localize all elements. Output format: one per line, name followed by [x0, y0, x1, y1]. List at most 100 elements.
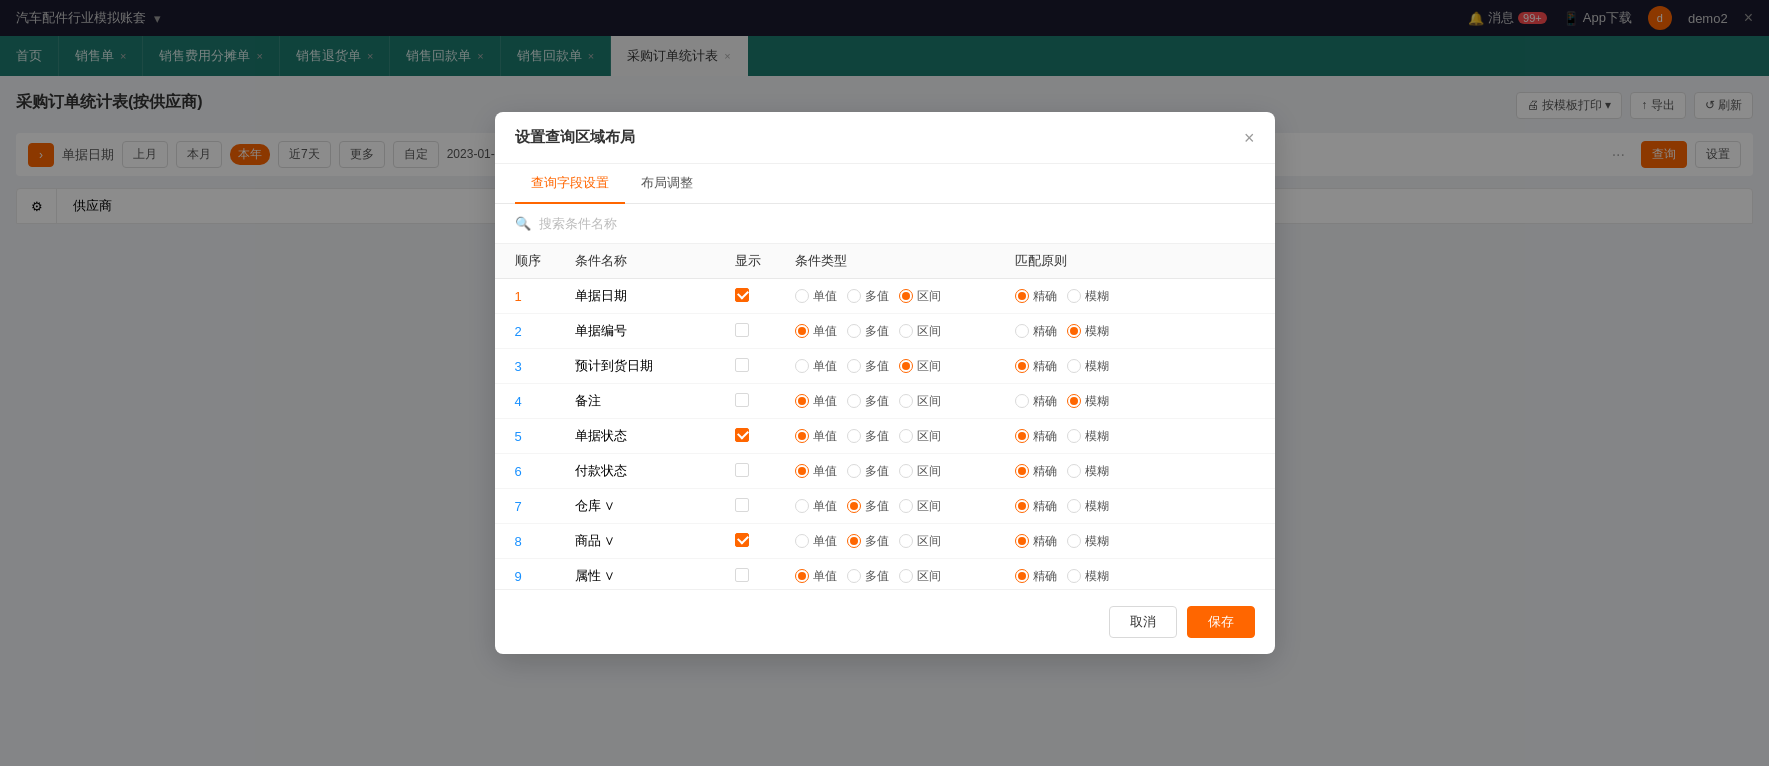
match-radio-item[interactable]: 精确: [1015, 533, 1057, 550]
modal-tab-query-fields[interactable]: 查询字段设置: [515, 164, 625, 204]
radio-dot: [795, 289, 809, 303]
match-radio-group: 精确模糊: [1015, 568, 1215, 585]
type-radio-item[interactable]: 多值: [847, 533, 889, 550]
type-radio-item[interactable]: 单值: [795, 393, 837, 410]
row-order: 9: [515, 569, 575, 584]
radio-label: 区间: [917, 288, 941, 305]
match-radio-item[interactable]: 精确: [1015, 428, 1057, 445]
type-radio-item[interactable]: 区间: [899, 428, 941, 445]
match-radio-item[interactable]: 模糊: [1067, 463, 1109, 480]
radio-dot: [847, 359, 861, 373]
modal-table: 顺序 条件名称 显示 条件类型 匹配原则 1单据日期单值多值区间精确模糊2单据编…: [495, 244, 1275, 589]
type-radio-item[interactable]: 区间: [899, 533, 941, 550]
modal-search-bar: 🔍: [495, 204, 1275, 244]
cancel-button[interactable]: 取消: [1109, 606, 1177, 638]
radio-dot: [1015, 324, 1029, 338]
radio-dot: [1015, 394, 1029, 408]
radio-label: 多值: [865, 463, 889, 480]
match-radio-group: 精确模糊: [1015, 288, 1215, 305]
modal-tab-layout[interactable]: 布局调整: [625, 164, 709, 204]
type-radio-item[interactable]: 多值: [847, 393, 889, 410]
radio-dot: [899, 569, 913, 583]
display-checkbox[interactable]: [735, 463, 749, 477]
row-order: 1: [515, 289, 575, 304]
type-radio-item[interactable]: 多值: [847, 323, 889, 340]
type-radio-item[interactable]: 区间: [899, 288, 941, 305]
radio-dot: [1067, 324, 1081, 338]
radio-label: 多值: [865, 358, 889, 375]
match-radio-item[interactable]: 模糊: [1067, 288, 1109, 305]
match-radio-item[interactable]: 模糊: [1067, 568, 1109, 585]
match-radio-group: 精确模糊: [1015, 498, 1215, 515]
match-radio-item[interactable]: 模糊: [1067, 393, 1109, 410]
radio-dot: [1067, 499, 1081, 513]
radio-dot: [1067, 534, 1081, 548]
radio-label: 精确: [1033, 358, 1057, 375]
type-radio-item[interactable]: 区间: [899, 358, 941, 375]
modal-overlay: 设置查询区域布局 × 查询字段设置 布局调整 🔍 顺序 条件名称 显示 条件类型: [0, 0, 1769, 766]
match-radio-item[interactable]: 模糊: [1067, 533, 1109, 550]
match-radio-item[interactable]: 精确: [1015, 288, 1057, 305]
match-radio-item[interactable]: 模糊: [1067, 498, 1109, 515]
type-radio-item[interactable]: 单值: [795, 533, 837, 550]
modal-footer: 取消 保存: [495, 589, 1275, 654]
match-radio-item[interactable]: 精确: [1015, 323, 1057, 340]
type-radio-item[interactable]: 单值: [795, 463, 837, 480]
type-radio-group: 单值多值区间: [795, 568, 1015, 585]
match-radio-item[interactable]: 精确: [1015, 358, 1057, 375]
match-radio-item[interactable]: 模糊: [1067, 428, 1109, 445]
match-radio-item[interactable]: 精确: [1015, 568, 1057, 585]
match-radio-item[interactable]: 精确: [1015, 498, 1057, 515]
type-radio-item[interactable]: 多值: [847, 288, 889, 305]
radio-label: 精确: [1033, 498, 1057, 515]
search-input[interactable]: [539, 216, 739, 231]
type-radio-item[interactable]: 区间: [899, 498, 941, 515]
match-radio-item[interactable]: 模糊: [1067, 323, 1109, 340]
type-radio-item[interactable]: 多值: [847, 568, 889, 585]
modal-close-btn[interactable]: ×: [1244, 129, 1255, 147]
radio-dot: [847, 289, 861, 303]
match-radio-item[interactable]: 精确: [1015, 463, 1057, 480]
row-name: 单据编号: [575, 322, 735, 340]
modal-tabs: 查询字段设置 布局调整: [495, 164, 1275, 204]
type-radio-group: 单值 多值 区间: [795, 288, 1015, 305]
type-radio-item[interactable]: 单值: [795, 288, 837, 305]
row-name: 商品 ∨: [575, 532, 735, 550]
radio-label: 多值: [865, 288, 889, 305]
radio-label: 精确: [1033, 533, 1057, 550]
display-checkbox[interactable]: [735, 428, 749, 442]
match-radio-group: 精确模糊: [1015, 533, 1215, 550]
type-radio-item[interactable]: 多值: [847, 498, 889, 515]
display-checkbox[interactable]: [735, 393, 749, 407]
type-radio-item[interactable]: 区间: [899, 568, 941, 585]
display-checkbox[interactable]: [735, 288, 749, 302]
display-checkbox[interactable]: [735, 358, 749, 372]
type-radio-item[interactable]: 单值: [795, 323, 837, 340]
match-radio-item[interactable]: 模糊: [1067, 358, 1109, 375]
radio-label: 区间: [917, 428, 941, 445]
type-radio-item[interactable]: 多值: [847, 358, 889, 375]
type-radio-item[interactable]: 单值: [795, 498, 837, 515]
display-checkbox[interactable]: [735, 568, 749, 582]
radio-label: 精确: [1033, 568, 1057, 585]
save-button[interactable]: 保存: [1187, 606, 1255, 638]
type-radio-item[interactable]: 单值: [795, 568, 837, 585]
table-row: 8商品 ∨单值多值区间精确模糊: [495, 524, 1275, 559]
radio-label: 单值: [813, 568, 837, 585]
radio-dot: [1015, 429, 1029, 443]
type-radio-item[interactable]: 区间: [899, 323, 941, 340]
display-checkbox[interactable]: [735, 533, 749, 547]
display-checkbox[interactable]: [735, 498, 749, 512]
modal-table-body: 1单据日期单值多值区间精确模糊2单据编号单值多值区间精确模糊3预计到货日期单值多…: [495, 279, 1275, 589]
type-radio-item[interactable]: 多值: [847, 463, 889, 480]
match-radio-item[interactable]: 精确: [1015, 393, 1057, 410]
table-row: 6付款状态单值多值区间精确模糊: [495, 454, 1275, 489]
type-radio-item[interactable]: 多值: [847, 428, 889, 445]
type-radio-item[interactable]: 区间: [899, 393, 941, 410]
display-checkbox[interactable]: [735, 323, 749, 337]
type-radio-item[interactable]: 单值: [795, 428, 837, 445]
type-radio-item[interactable]: 单值: [795, 358, 837, 375]
row-name: 仓库 ∨: [575, 497, 735, 515]
radio-label: 模糊: [1085, 323, 1109, 340]
type-radio-item[interactable]: 区间: [899, 463, 941, 480]
